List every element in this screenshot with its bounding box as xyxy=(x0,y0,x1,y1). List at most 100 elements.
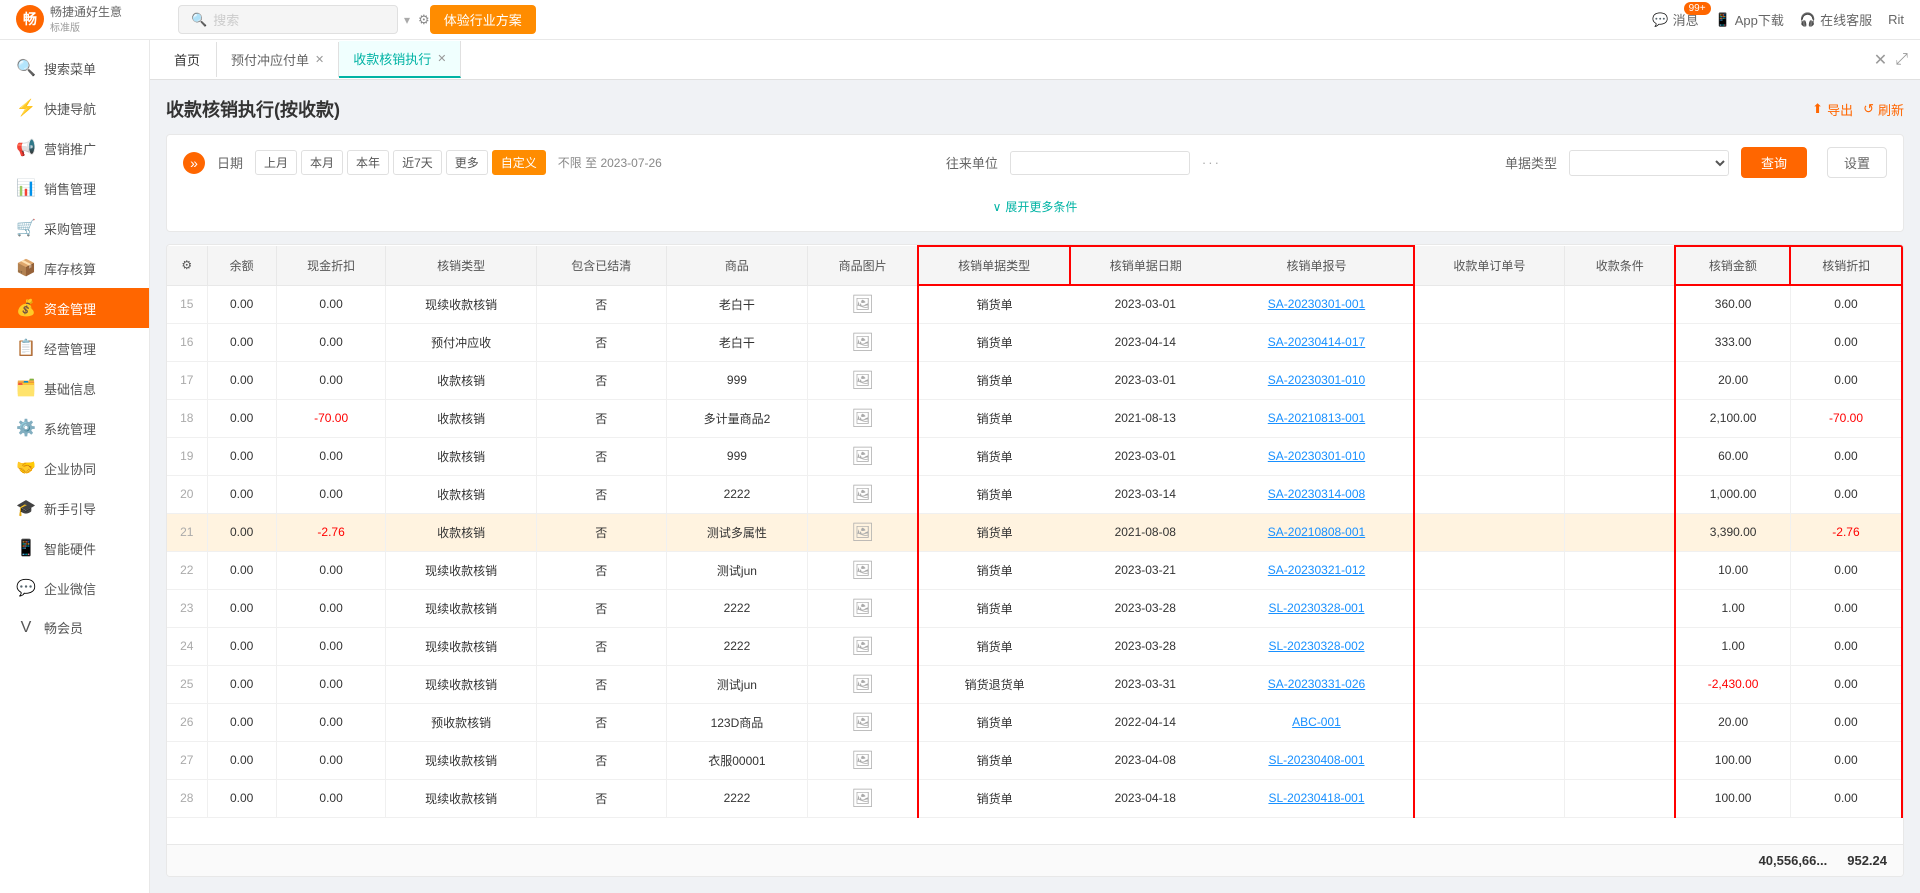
page-title: 收款核销执行(按收款) xyxy=(166,96,340,122)
sidebar-item-9[interactable]: ⚙️ 系统管理 xyxy=(0,408,149,448)
table-row: 180.00-70.00收款核销否多计量商品2🖼销货单2021-08-13SA-… xyxy=(167,399,1902,437)
sidebar-item-13[interactable]: 💬企业微信 xyxy=(0,568,149,608)
sidebar-item-12[interactable]: 📱智能硬件 xyxy=(0,528,149,568)
th-balance: 余额 xyxy=(207,246,276,285)
service-label: 在线客服 xyxy=(1820,10,1872,29)
data-table: ⚙ 余额 现金折扣 核销类型 包含已结清 商品 商品图片 核销单据类型 核销单据… xyxy=(167,245,1903,818)
th-goods-img: 商品图片 xyxy=(808,246,919,285)
date-btn-7days[interactable]: 近7天 xyxy=(393,150,442,175)
tab-cancel-close-icon[interactable]: ✕ xyxy=(437,52,446,65)
main-content: 首页 预付冲应付单 ✕ 收款核销执行 ✕ ✕ ⤢ 收款核销执行(按收款) xyxy=(150,40,1920,893)
date-btn-this-month[interactable]: 本月 xyxy=(301,150,343,175)
maximize-window-icon[interactable]: ⤢ xyxy=(1895,51,1908,69)
tab-prepay[interactable]: 预付冲应付单 ✕ xyxy=(217,42,339,77)
voucher-type-label: 单据类型 xyxy=(1505,153,1557,172)
sidebar-item-14[interactable]: V畅会员 xyxy=(0,608,149,647)
sidebar-label-9: 系统管理 xyxy=(44,419,96,438)
table-row: 210.00-2.76收款核销否测试多属性🖼销货单2021-08-08SA-20… xyxy=(167,513,1902,551)
service-icon: 🎧 xyxy=(1800,12,1816,28)
export-button[interactable]: ⬆ 导出 xyxy=(1812,100,1853,119)
sidebar-label-10: 企业协同 xyxy=(44,459,96,478)
message-icon: 💬 xyxy=(1652,12,1668,28)
table-row: 250.000.00现续收款核销否测试jun🖼销货退货单2023-03-31SA… xyxy=(167,665,1902,703)
sidebar-icon-13: 💬 xyxy=(16,578,36,598)
sidebar-icon-11: 🎓 xyxy=(16,498,36,518)
tab-bar: 首页 预付冲应付单 ✕ 收款核销执行 ✕ ✕ ⤢ xyxy=(150,40,1920,80)
sidebar-item-2[interactable]: 📢营销推广 xyxy=(0,128,149,168)
online-service-button[interactable]: 🎧 在线客服 xyxy=(1800,10,1872,29)
tab-cancel[interactable]: 收款核销执行 ✕ xyxy=(339,41,461,78)
sidebar-icon-1: ⚡ xyxy=(16,98,36,118)
sidebar-item-8[interactable]: 🗂️ 基础信息 xyxy=(0,368,149,408)
app-download-button[interactable]: 📱 App下载 xyxy=(1715,10,1784,29)
date-btn-custom[interactable]: 自定义 xyxy=(492,150,546,175)
search-dropdown-icon[interactable]: ▾ xyxy=(404,13,410,27)
refresh-icon: ↺ xyxy=(1863,101,1874,117)
refresh-button[interactable]: ↺ 刷新 xyxy=(1863,100,1904,119)
th-cash-discount: 现金折扣 xyxy=(276,246,386,285)
sidebar-item-6[interactable]: 💰资金管理 xyxy=(0,288,149,328)
message-button[interactable]: 💬 消息 99+ xyxy=(1652,10,1698,29)
sidebar-icon-14: V xyxy=(16,619,36,637)
gear-icon[interactable]: ⚙ xyxy=(181,258,192,272)
app-logo: 畅 xyxy=(16,5,44,33)
query-button[interactable]: 查询 xyxy=(1741,147,1807,178)
message-badge: 99+ xyxy=(1684,2,1711,15)
sidebar-item-11[interactable]: 🎓新手引导 xyxy=(0,488,149,528)
close-window-icon[interactable]: ✕ xyxy=(1874,50,1887,70)
sidebar-item-3[interactable]: 📊销售管理 xyxy=(0,168,149,208)
expand-more-row: ∨ 展开更多条件 xyxy=(183,194,1887,219)
sidebar-icon-8: 🗂️ xyxy=(16,378,36,398)
filter-expand-button[interactable]: » xyxy=(183,152,205,174)
sidebar-icon-5: 📦 xyxy=(16,258,36,278)
sidebar-item-5[interactable]: 📦库存核算 xyxy=(0,248,149,288)
tab-cancel-label: 收款核销执行 xyxy=(353,49,431,68)
export-icon: ⬆ xyxy=(1812,101,1823,117)
sidebar-label-8: 基础信息 xyxy=(44,379,96,398)
sidebar-item-0[interactable]: 🔍搜索菜单 xyxy=(0,48,149,88)
sidebar-icon-10: 🤝 xyxy=(16,458,36,478)
sidebar: 🔍搜索菜单⚡快捷导航📢营销推广📊销售管理🛒采购管理📦库存核算💰资金管理📋经营管理… xyxy=(0,40,150,893)
goods-img-icon: 🖼 xyxy=(851,484,874,504)
filter-row-1: » 日期 上月 本月 本年 近7天 更多 自定义 不限 至 2023-07-26… xyxy=(183,147,1887,178)
voucher-type-select[interactable] xyxy=(1569,150,1729,176)
setting-button[interactable]: 设置 xyxy=(1827,147,1887,178)
tab-home[interactable]: 首页 xyxy=(158,42,217,77)
expand-more-button[interactable]: ∨ 展开更多条件 xyxy=(993,198,1078,215)
refresh-label: 刷新 xyxy=(1878,100,1904,119)
goods-img-icon: 🖼 xyxy=(851,636,874,656)
sidebar-label-7: 经营管理 xyxy=(44,339,96,358)
sidebar-icon-4: 🛒 xyxy=(16,218,36,238)
window-controls: ✕ ⤢ xyxy=(1874,50,1920,70)
sidebar-icon-9: ⚙️ xyxy=(16,418,36,438)
settings-gear-icon[interactable]: ⚙ xyxy=(418,12,430,28)
th-goods: 商品 xyxy=(666,246,807,285)
expand-more-icon: ∨ xyxy=(993,200,1002,214)
date-btn-last-month[interactable]: 上月 xyxy=(255,150,297,175)
sidebar-item-4[interactable]: 🛒采购管理 xyxy=(0,208,149,248)
goods-img-icon: 🖼 xyxy=(851,598,874,618)
table-row: 150.000.00现续收款核销否老白干🖼销货单2023-03-01SA-202… xyxy=(167,285,1902,323)
trial-button[interactable]: 体验行业方案 xyxy=(430,5,536,34)
tab-prepay-close-icon[interactable]: ✕ xyxy=(315,53,324,66)
table-row: 220.000.00现续收款核销否测试jun🖼销货单2023-03-21SA-2… xyxy=(167,551,1902,589)
th-gear: ⚙ xyxy=(167,246,207,285)
sidebar-item-1[interactable]: ⚡快捷导航 xyxy=(0,88,149,128)
sidebar-item-7[interactable]: 📋经营管理 xyxy=(0,328,149,368)
sidebar-item-10[interactable]: 🤝 企业协同 xyxy=(0,448,149,488)
date-range-display: 不限 至 2023-07-26 xyxy=(558,154,662,171)
date-btn-more[interactable]: 更多 xyxy=(446,150,488,175)
table-row: 230.000.00现续收款核销否2222🖼销货单2023-03-28SL-20… xyxy=(167,589,1902,627)
table-scroll[interactable]: ⚙ 余额 现金折扣 核销类型 包含已结清 商品 商品图片 核销单据类型 核销单据… xyxy=(167,245,1903,844)
table-row: 190.000.00收款核销否999🖼销货单2023-03-01SA-20230… xyxy=(167,437,1902,475)
th-cancel-type: 核销类型 xyxy=(386,246,536,285)
search-icon: 🔍 xyxy=(191,12,207,28)
from-unit-input[interactable] xyxy=(1010,151,1190,175)
sidebar-icon-6: 💰 xyxy=(16,298,36,318)
search-box: 🔍 搜索 xyxy=(178,5,398,34)
sidebar-label-0: 搜索菜单 xyxy=(44,59,96,78)
search-placeholder-text: 搜索 xyxy=(213,10,239,29)
filter-bar: » 日期 上月 本月 本年 近7天 更多 自定义 不限 至 2023-07-26… xyxy=(166,134,1904,232)
goods-img-icon: 🖼 xyxy=(851,332,874,352)
date-btn-this-year[interactable]: 本年 xyxy=(347,150,389,175)
